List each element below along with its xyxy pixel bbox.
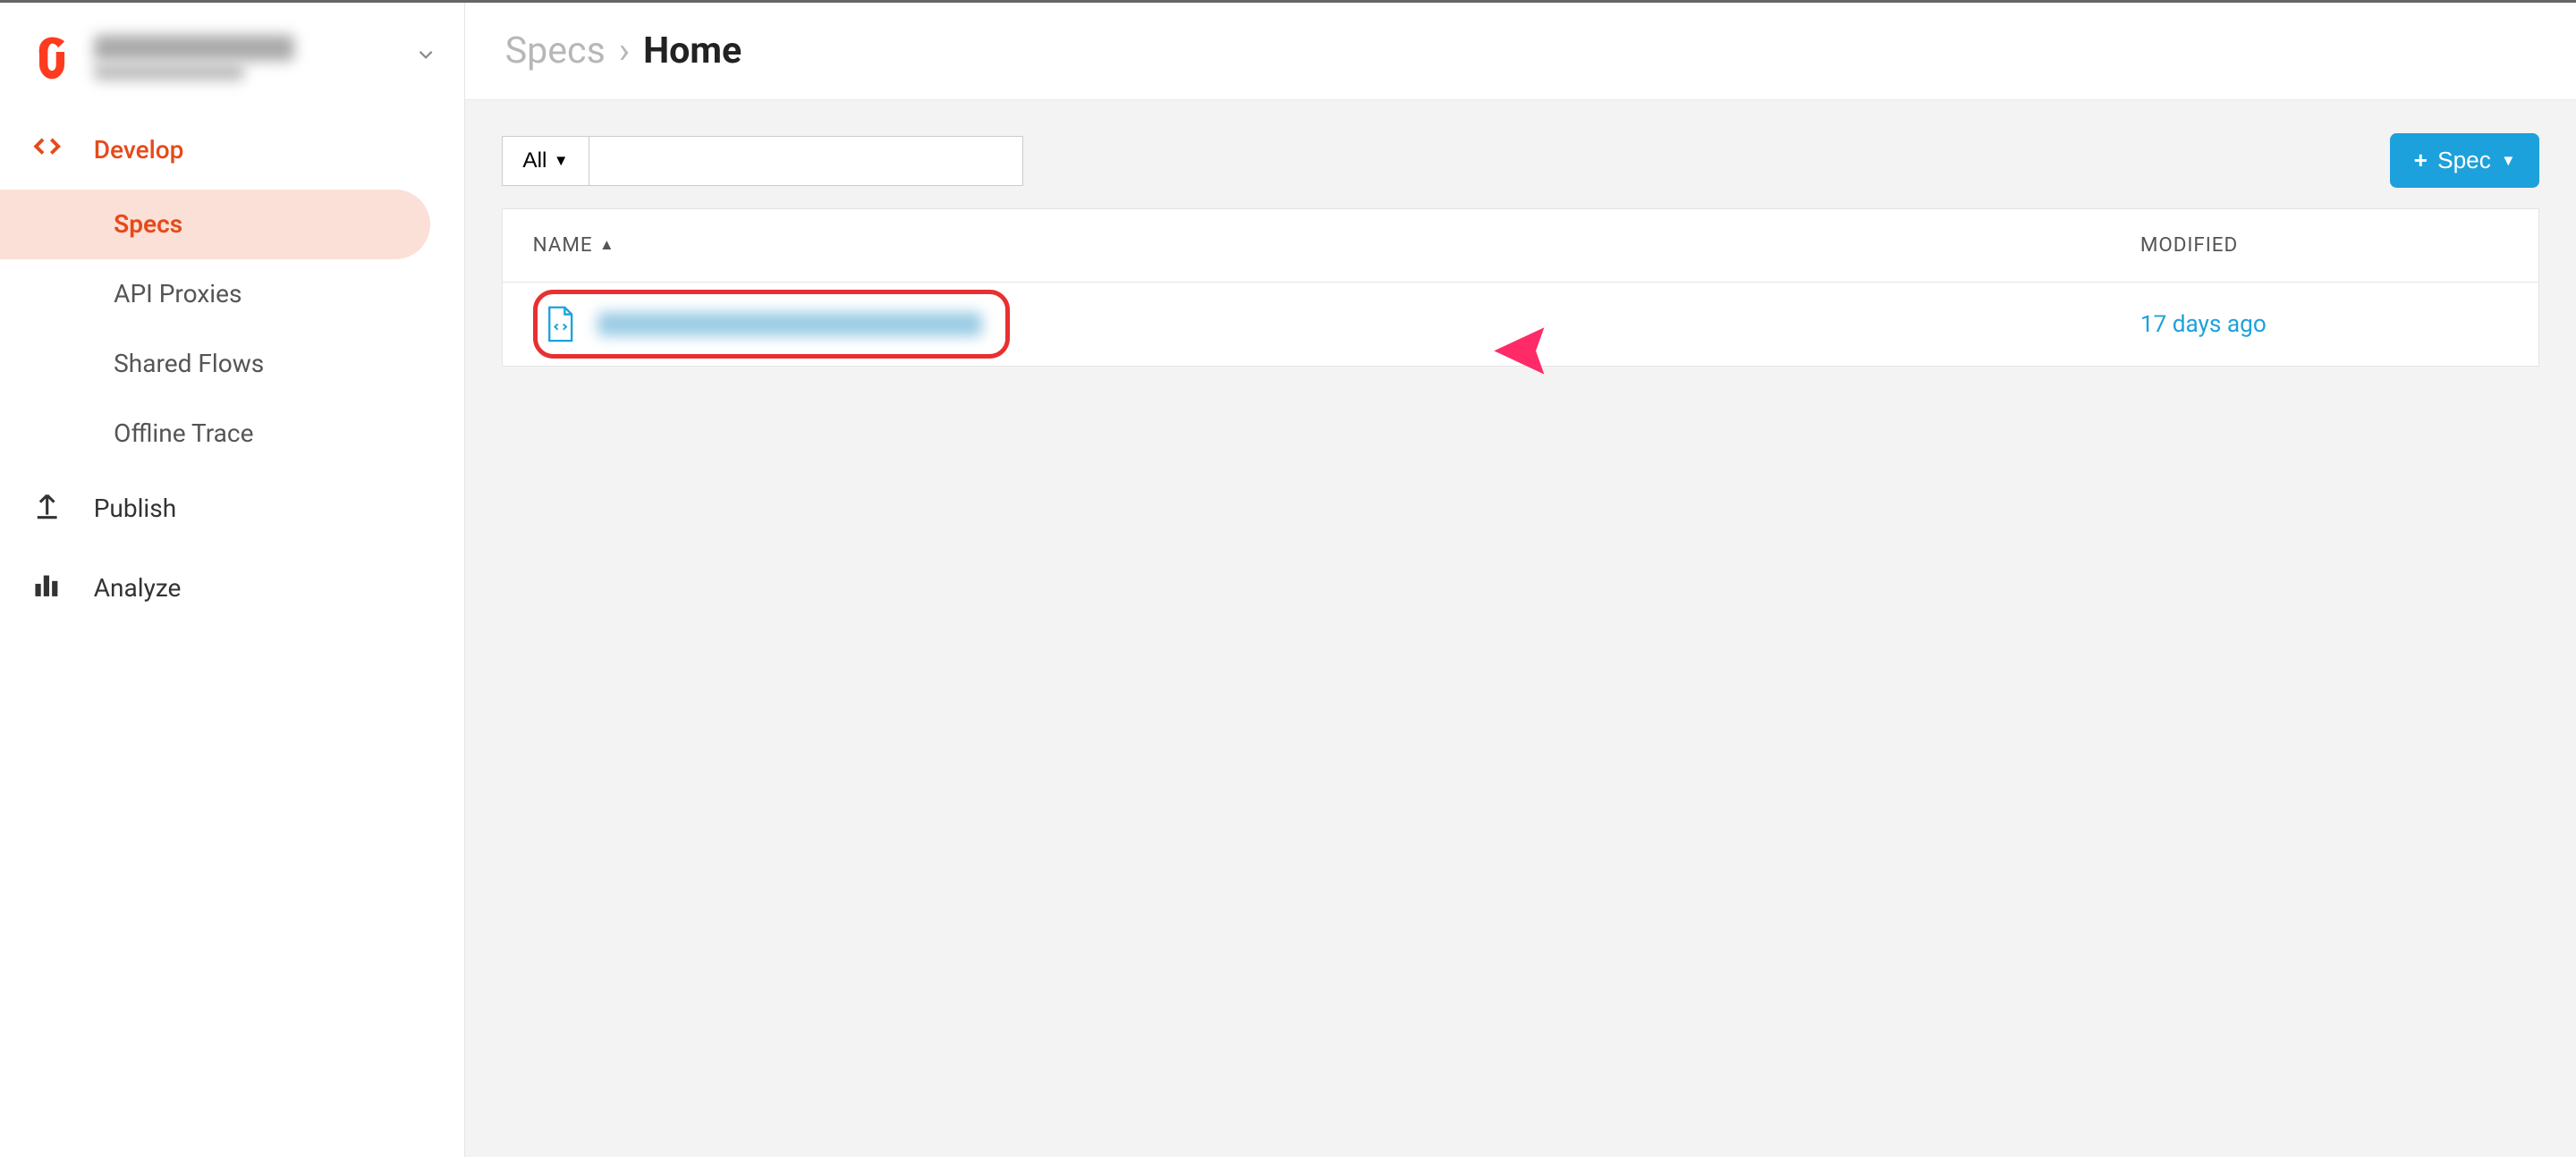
search-input[interactable]: [589, 136, 1023, 186]
develop-label: Develop: [94, 135, 184, 165]
plus-icon: +: [2414, 147, 2428, 174]
filter-label: All: [522, 148, 547, 173]
chevron-right-icon: ›: [619, 30, 630, 72]
sidebar-item-offline-trace[interactable]: Offline Trace: [0, 399, 430, 469]
sidebar-item-specs[interactable]: Specs: [0, 190, 430, 259]
sidebar: Develop Specs API Proxies Shared Flows O…: [0, 3, 465, 1157]
analyze-label: Analyze: [94, 573, 182, 603]
user-name: [94, 35, 294, 60]
sidebar-item-api-proxies[interactable]: API Proxies: [0, 259, 430, 329]
filter-dropdown[interactable]: All ▼: [502, 136, 589, 186]
main-content: Specs › Home All ▼ + Spec ▼: [465, 3, 2576, 1157]
code-icon: [30, 130, 64, 169]
table-header: NAME ▲ MODIFIED: [503, 209, 2538, 283]
sidebar-group-analyze[interactable]: Analyze: [0, 548, 464, 628]
toolbar: All ▼ + Spec ▼: [502, 133, 2539, 188]
breadcrumb-root[interactable]: Specs: [505, 30, 606, 72]
sidebar-group-develop[interactable]: Develop: [0, 110, 464, 190]
new-spec-button[interactable]: + Spec ▼: [2390, 133, 2538, 188]
sidebar-item-shared-flows[interactable]: Shared Flows: [0, 329, 430, 399]
breadcrumb-current: Home: [643, 30, 741, 72]
user-email: [94, 63, 244, 80]
file-code-icon: [544, 304, 577, 344]
header: Specs › Home: [465, 3, 2576, 100]
chevron-down-icon: [414, 43, 437, 72]
sidebar-group-publish[interactable]: Publish: [0, 468, 464, 547]
caret-down-icon: ▼: [2501, 152, 2516, 170]
modified-time: 17 days ago: [2140, 311, 2267, 338]
sidebar-item-label: Specs: [114, 209, 182, 239]
table-row[interactable]: 17 days ago: [503, 283, 2538, 367]
highlighted-spec-link[interactable]: [533, 290, 1011, 359]
apigee-logo-icon: [27, 33, 77, 83]
publish-icon: [30, 488, 64, 528]
sidebar-nav: Develop Specs API Proxies Shared Flows O…: [0, 110, 464, 628]
sidebar-item-label: API Proxies: [114, 279, 242, 308]
sort-asc-icon: ▲: [599, 236, 615, 254]
sidebar-item-label: Offline Trace: [114, 418, 253, 448]
analyze-icon: [30, 568, 64, 607]
caret-down-icon: ▼: [554, 152, 569, 170]
column-header-name[interactable]: NAME ▲: [533, 233, 2140, 257]
column-header-modified[interactable]: MODIFIED: [2140, 233, 2508, 257]
spec-file-name: [597, 312, 982, 335]
sidebar-item-label: Shared Flows: [114, 349, 264, 378]
specs-table: NAME ▲ MODIFIED: [502, 208, 2539, 367]
user-menu[interactable]: [0, 20, 464, 110]
publish-label: Publish: [94, 494, 176, 523]
new-spec-label: Spec: [2437, 147, 2491, 174]
